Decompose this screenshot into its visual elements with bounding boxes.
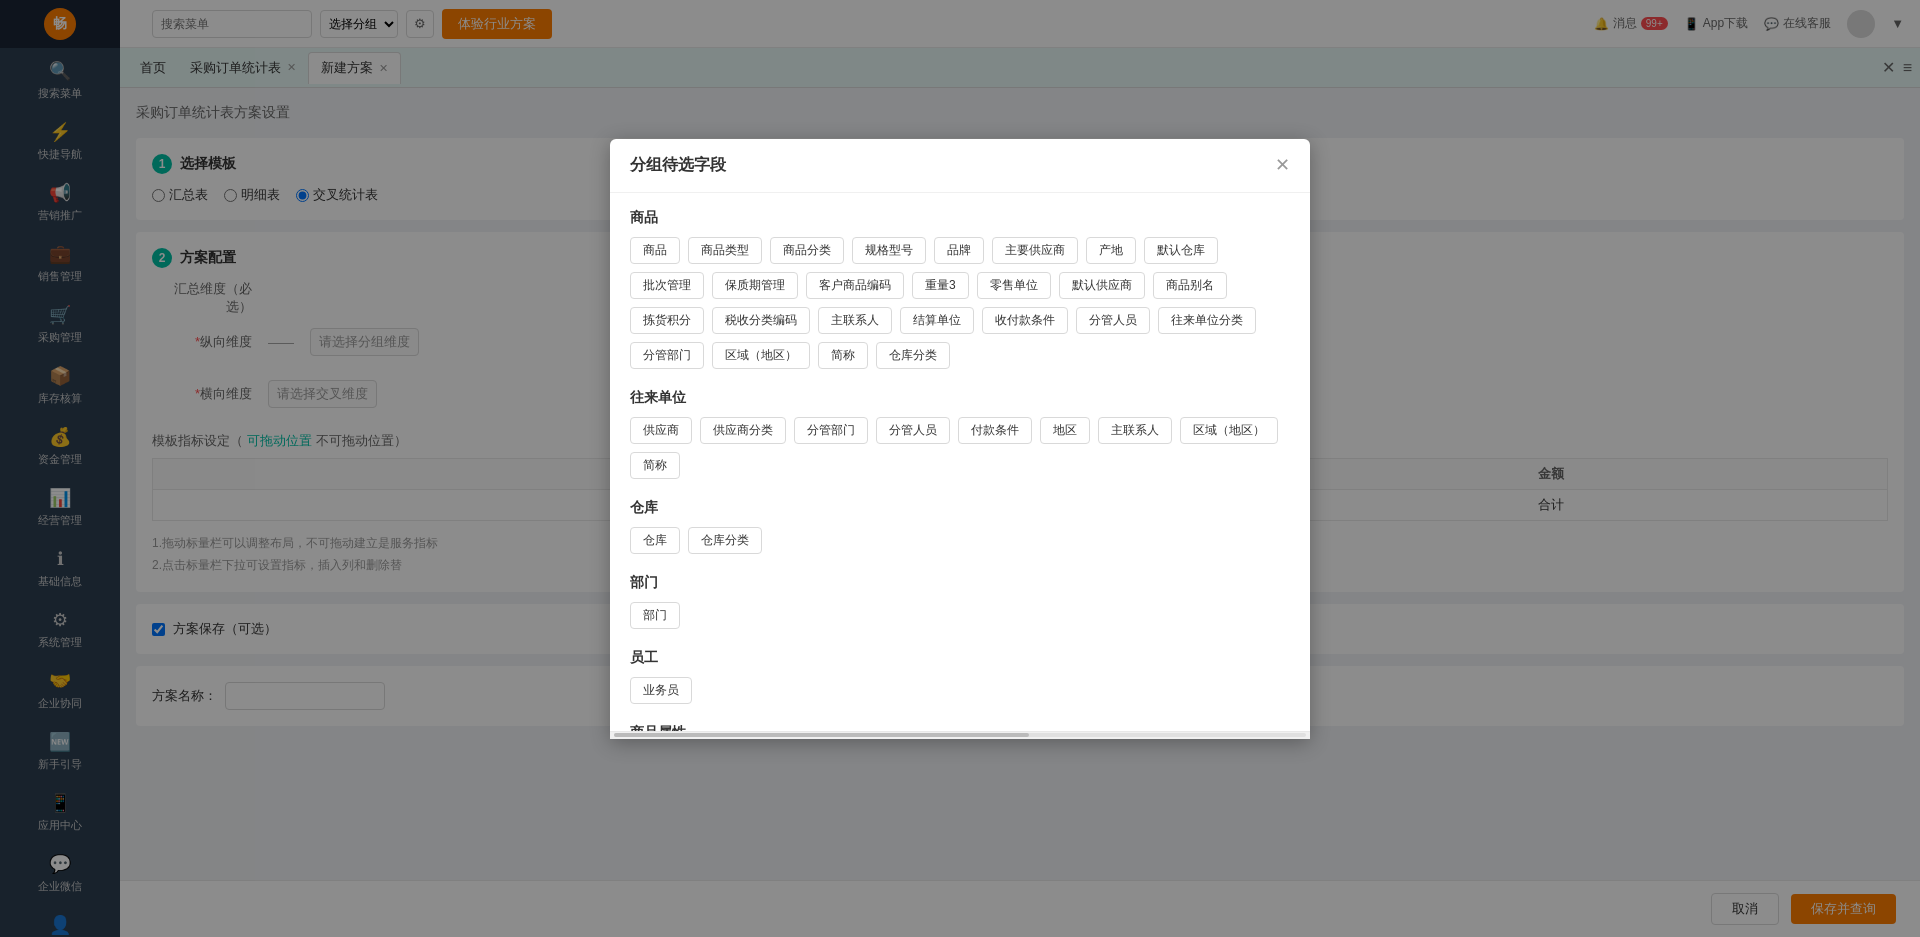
field-tag-partner-1[interactable]: 供应商分类 (700, 417, 786, 444)
field-tag-partner-2[interactable]: 分管部门 (794, 417, 868, 444)
field-tag-product-22[interactable]: 分管部门 (630, 342, 704, 369)
field-section-title-product: 商品 (630, 209, 1290, 227)
field-tag-product-2[interactable]: 商品分类 (770, 237, 844, 264)
field-tag-partner-0[interactable]: 供应商 (630, 417, 692, 444)
field-tag-partner-3[interactable]: 分管人员 (876, 417, 950, 444)
field-section-partner: 往来单位供应商供应商分类分管部门分管人员付款条件地区主联系人区域（地区） 简称 (630, 389, 1290, 479)
field-tag-product-25[interactable]: 仓库分类 (876, 342, 950, 369)
field-tag-product-21[interactable]: 往来单位分类 (1158, 307, 1256, 334)
modal-horizontal-scrollbar[interactable] (610, 731, 1310, 738)
field-grid-employee: 业务员 (630, 677, 1290, 704)
field-tag-product-24[interactable]: 简称 (818, 342, 868, 369)
field-section-title-warehouse: 仓库 (630, 499, 1290, 517)
field-selection-modal: 分组待选字段 ✕ 商品商品商品类型商品分类规格型号品牌主要供应商产地默认仓库批次… (610, 139, 1310, 739)
field-tag-product-14[interactable]: 商品别名 (1153, 272, 1227, 299)
field-tag-product-23[interactable]: 区域（地区） (712, 342, 810, 369)
field-tag-product-13[interactable]: 默认供应商 (1059, 272, 1145, 299)
field-tag-product-17[interactable]: 主联系人 (818, 307, 892, 334)
field-tag-product-15[interactable]: 拣货积分 (630, 307, 704, 334)
field-section-warehouse: 仓库仓库仓库分类 (630, 499, 1290, 554)
field-grid-product: 商品商品类型商品分类规格型号品牌主要供应商产地默认仓库批次管理保质期管理客户商品… (630, 237, 1290, 369)
field-tag-product-9[interactable]: 保质期管理 (712, 272, 798, 299)
modal-close-button[interactable]: ✕ (1275, 156, 1290, 174)
field-tag-product-16[interactable]: 税收分类编码 (712, 307, 810, 334)
field-tag-product-4[interactable]: 品牌 (934, 237, 984, 264)
field-section-product_attr: 商品属性属性颜色多规格尺码鞋码1 (630, 724, 1290, 732)
field-tag-product-7[interactable]: 默认仓库 (1144, 237, 1218, 264)
field-tag-product-5[interactable]: 主要供应商 (992, 237, 1078, 264)
field-section-employee: 员工业务员 (630, 649, 1290, 704)
field-tag-warehouse-1[interactable]: 仓库分类 (688, 527, 762, 554)
field-tag-product-19[interactable]: 收付款条件 (982, 307, 1068, 334)
modal-body: 商品商品商品类型商品分类规格型号品牌主要供应商产地默认仓库批次管理保质期管理客户… (610, 193, 1310, 732)
field-section-product: 商品商品商品类型商品分类规格型号品牌主要供应商产地默认仓库批次管理保质期管理客户… (630, 209, 1290, 369)
field-tag-product-0[interactable]: 商品 (630, 237, 680, 264)
field-tag-product-6[interactable]: 产地 (1086, 237, 1136, 264)
field-tag-department-0[interactable]: 部门 (630, 602, 680, 629)
field-tag-product-11[interactable]: 重量3 (912, 272, 969, 299)
field-tag-product-20[interactable]: 分管人员 (1076, 307, 1150, 334)
field-section-title-product_attr: 商品属性 (630, 724, 1290, 732)
field-tag-partner-6[interactable]: 主联系人 (1098, 417, 1172, 444)
modal-header: 分组待选字段 ✕ (610, 139, 1310, 193)
scroll-track (614, 733, 1306, 737)
field-section-title-employee: 员工 (630, 649, 1290, 667)
field-tag-employee-0[interactable]: 业务员 (630, 677, 692, 704)
field-grid-department: 部门 (630, 602, 1290, 629)
field-tag-product-1[interactable]: 商品类型 (688, 237, 762, 264)
field-section-title-department: 部门 (630, 574, 1290, 592)
field-tag-product-8[interactable]: 批次管理 (630, 272, 704, 299)
field-section-department: 部门部门 (630, 574, 1290, 629)
field-grid-partner: 供应商供应商分类分管部门分管人员付款条件地区主联系人区域（地区） 简称 (630, 417, 1290, 479)
field-tag-product-18[interactable]: 结算单位 (900, 307, 974, 334)
field-tag-product-10[interactable]: 客户商品编码 (806, 272, 904, 299)
field-tag-partner-8[interactable]: 简称 (630, 452, 680, 479)
field-tag-warehouse-0[interactable]: 仓库 (630, 527, 680, 554)
scroll-thumb (614, 733, 1029, 737)
field-tag-product-12[interactable]: 零售单位 (977, 272, 1051, 299)
field-tag-partner-4[interactable]: 付款条件 (958, 417, 1032, 444)
field-tag-partner-5[interactable]: 地区 (1040, 417, 1090, 444)
field-grid-warehouse: 仓库仓库分类 (630, 527, 1290, 554)
field-tag-partner-7[interactable]: 区域（地区） (1180, 417, 1278, 444)
modal-title: 分组待选字段 (630, 155, 726, 176)
field-tag-product-3[interactable]: 规格型号 (852, 237, 926, 264)
field-section-title-partner: 往来单位 (630, 389, 1290, 407)
